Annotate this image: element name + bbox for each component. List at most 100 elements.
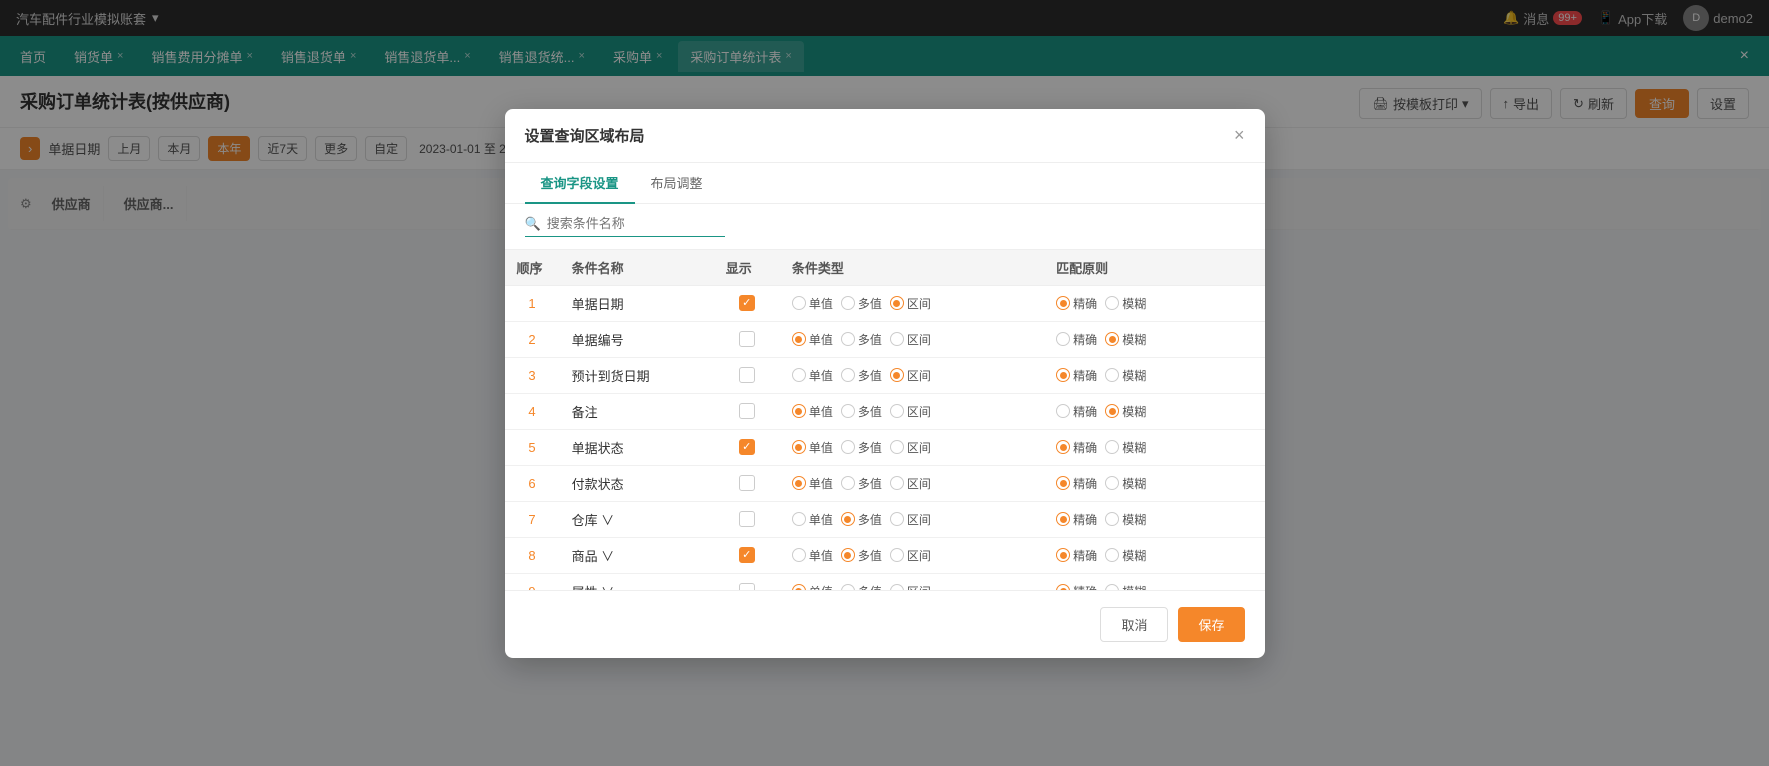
table-row: 7仓库 ∨单值多值区间精确模糊 bbox=[505, 501, 1265, 537]
row-show-8[interactable] bbox=[714, 573, 780, 590]
match-option-0-row-0[interactable]: 精确 bbox=[1056, 295, 1097, 312]
type-option-1-row-1[interactable]: 多值 bbox=[841, 331, 882, 348]
match-option-0-row-4[interactable]: 精确 bbox=[1056, 439, 1097, 456]
search-input-wrap: 🔍 bbox=[525, 216, 725, 237]
checkbox-show-5[interactable] bbox=[739, 475, 755, 491]
type-option-0-row-1[interactable]: 单值 bbox=[792, 331, 833, 348]
row-order-7: 8 bbox=[505, 537, 560, 573]
row-show-7[interactable] bbox=[714, 537, 780, 573]
checkbox-show-2[interactable] bbox=[739, 367, 755, 383]
table-row: 9属性 ∨ 单值 多值 区间 精确 模糊 bbox=[505, 573, 1265, 590]
type-option-0-row-8[interactable]: 单值 bbox=[792, 583, 833, 590]
match-option-0-row-8[interactable]: 精确 bbox=[1056, 583, 1097, 590]
type-option-1-row-5[interactable]: 多值 bbox=[841, 475, 882, 492]
match-option-0-row-7[interactable]: 精确 bbox=[1056, 547, 1097, 564]
col-header-show: 显示 bbox=[714, 250, 780, 286]
match-option-1-row-0[interactable]: 模糊 bbox=[1105, 295, 1146, 312]
type-option-2-row-0[interactable]: 区间 bbox=[890, 295, 931, 312]
type-option-2-row-4[interactable]: 区间 bbox=[890, 439, 931, 456]
match-option-1-row-1[interactable]: 模糊 bbox=[1105, 331, 1146, 348]
row-match-7: 精确模糊 bbox=[1044, 537, 1264, 573]
match-option-0-row-6[interactable]: 精确 bbox=[1056, 511, 1097, 528]
row-show-2[interactable] bbox=[714, 357, 780, 393]
type-option-0-row-0[interactable]: 单值 bbox=[792, 295, 833, 312]
row-show-3[interactable] bbox=[714, 393, 780, 429]
row-match-4: 精确模糊 bbox=[1044, 429, 1264, 465]
dialog-title: 设置查询区域布局 bbox=[525, 125, 645, 146]
table-row: 4备注单值多值区间精确模糊 bbox=[505, 393, 1265, 429]
match-option-0-row-3[interactable]: 精确 bbox=[1056, 403, 1097, 420]
type-option-1-row-7[interactable]: 多值 bbox=[841, 547, 882, 564]
row-type-4: 单值多值区间 bbox=[780, 429, 1044, 465]
type-option-1-row-3[interactable]: 多值 bbox=[841, 403, 882, 420]
type-option-2-row-6[interactable]: 区间 bbox=[890, 511, 931, 528]
type-option-2-row-2[interactable]: 区间 bbox=[890, 367, 931, 384]
type-option-0-row-2[interactable]: 单值 bbox=[792, 367, 833, 384]
type-option-0-row-3[interactable]: 单值 bbox=[792, 403, 833, 420]
row-show-5[interactable] bbox=[714, 465, 780, 501]
col-header-name: 条件名称 bbox=[560, 250, 714, 286]
type-option-1-row-0[interactable]: 多值 bbox=[841, 295, 882, 312]
match-option-0-row-2[interactable]: 精确 bbox=[1056, 367, 1097, 384]
checkbox-show-1[interactable] bbox=[739, 331, 755, 347]
tab-layout-adjust[interactable]: 布局调整 bbox=[635, 163, 719, 204]
row-show-6[interactable] bbox=[714, 501, 780, 537]
match-option-1-row-6[interactable]: 模糊 bbox=[1105, 511, 1146, 528]
checkbox-show-4[interactable] bbox=[739, 439, 755, 455]
type-option-0-row-6[interactable]: 单值 bbox=[792, 511, 833, 528]
tab-query-fields[interactable]: 查询字段设置 bbox=[525, 163, 635, 204]
cancel-button[interactable]: 取消 bbox=[1100, 607, 1168, 642]
table-row: 8商品 ∨ 单值多值区间 精确模糊 bbox=[505, 537, 1265, 573]
type-option-2-row-7[interactable]: 区间 bbox=[890, 547, 931, 564]
type-option-1-row-4[interactable]: 多值 bbox=[841, 439, 882, 456]
row-type-1: 单值多值区间 bbox=[780, 321, 1044, 357]
checkbox-show-7[interactable] bbox=[739, 547, 755, 563]
row-name-6: 仓库 ∨ bbox=[560, 501, 714, 537]
match-option-0-row-5[interactable]: 精确 bbox=[1056, 475, 1097, 492]
match-option-1-row-3[interactable]: 模糊 bbox=[1105, 403, 1146, 420]
type-option-0-row-4[interactable]: 单值 bbox=[792, 439, 833, 456]
match-option-1-row-5[interactable]: 模糊 bbox=[1105, 475, 1146, 492]
row-type-8: 单值 多值 区间 bbox=[780, 573, 1044, 590]
row-name-8: 属性 ∨ bbox=[560, 573, 714, 590]
col-header-order: 顺序 bbox=[505, 250, 560, 286]
match-option-0-row-1[interactable]: 精确 bbox=[1056, 331, 1097, 348]
search-input[interactable] bbox=[547, 216, 717, 231]
type-option-1-row-2[interactable]: 多值 bbox=[841, 367, 882, 384]
type-option-2-row-5[interactable]: 区间 bbox=[890, 475, 931, 492]
type-option-2-row-8[interactable]: 区间 bbox=[890, 583, 931, 590]
type-option-0-row-7[interactable]: 单值 bbox=[792, 547, 833, 564]
settings-dialog: 设置查询区域布局 × 查询字段设置 布局调整 🔍 顺序 条件名称 显示 bbox=[505, 109, 1265, 658]
table-row: 3预计到货日期单值多值区间精确模糊 bbox=[505, 357, 1265, 393]
row-type-0: 单值多值区间 bbox=[780, 285, 1044, 321]
match-option-1-row-7[interactable]: 模糊 bbox=[1105, 547, 1146, 564]
dialog-table-body: 顺序 条件名称 显示 条件类型 匹配原则 1单据日期单值多值区间精确模糊2单据编… bbox=[505, 250, 1265, 590]
row-type-2: 单值多值区间 bbox=[780, 357, 1044, 393]
table-row: 2单据编号单值多值区间精确模糊 bbox=[505, 321, 1265, 357]
type-option-1-row-8[interactable]: 多值 bbox=[841, 583, 882, 590]
type-option-2-row-1[interactable]: 区间 bbox=[890, 331, 931, 348]
row-match-1: 精确模糊 bbox=[1044, 321, 1264, 357]
checkbox-show-3[interactable] bbox=[739, 403, 755, 419]
match-option-1-row-4[interactable]: 模糊 bbox=[1105, 439, 1146, 456]
row-match-0: 精确模糊 bbox=[1044, 285, 1264, 321]
row-show-1[interactable] bbox=[714, 321, 780, 357]
checkbox-show-0[interactable] bbox=[739, 295, 755, 311]
type-option-0-row-5[interactable]: 单值 bbox=[792, 475, 833, 492]
checkbox-show-6[interactable] bbox=[739, 511, 755, 527]
row-show-0[interactable] bbox=[714, 285, 780, 321]
row-name-7: 商品 ∨ bbox=[560, 537, 714, 573]
row-name-2: 预计到货日期 bbox=[560, 357, 714, 393]
match-option-1-row-2[interactable]: 模糊 bbox=[1105, 367, 1146, 384]
row-order-8: 9 bbox=[505, 573, 560, 590]
table-row: 1单据日期单值多值区间精确模糊 bbox=[505, 285, 1265, 321]
dialog-close-button[interactable]: × bbox=[1234, 126, 1245, 144]
type-option-2-row-3[interactable]: 区间 bbox=[890, 403, 931, 420]
type-option-1-row-6[interactable]: 多值 bbox=[841, 511, 882, 528]
col-header-match: 匹配原则 bbox=[1044, 250, 1264, 286]
row-show-4[interactable] bbox=[714, 429, 780, 465]
save-button[interactable]: 保存 bbox=[1178, 607, 1244, 642]
match-option-1-row-8[interactable]: 模糊 bbox=[1105, 583, 1146, 590]
row-order-5: 6 bbox=[505, 465, 560, 501]
row-name-5: 付款状态 bbox=[560, 465, 714, 501]
